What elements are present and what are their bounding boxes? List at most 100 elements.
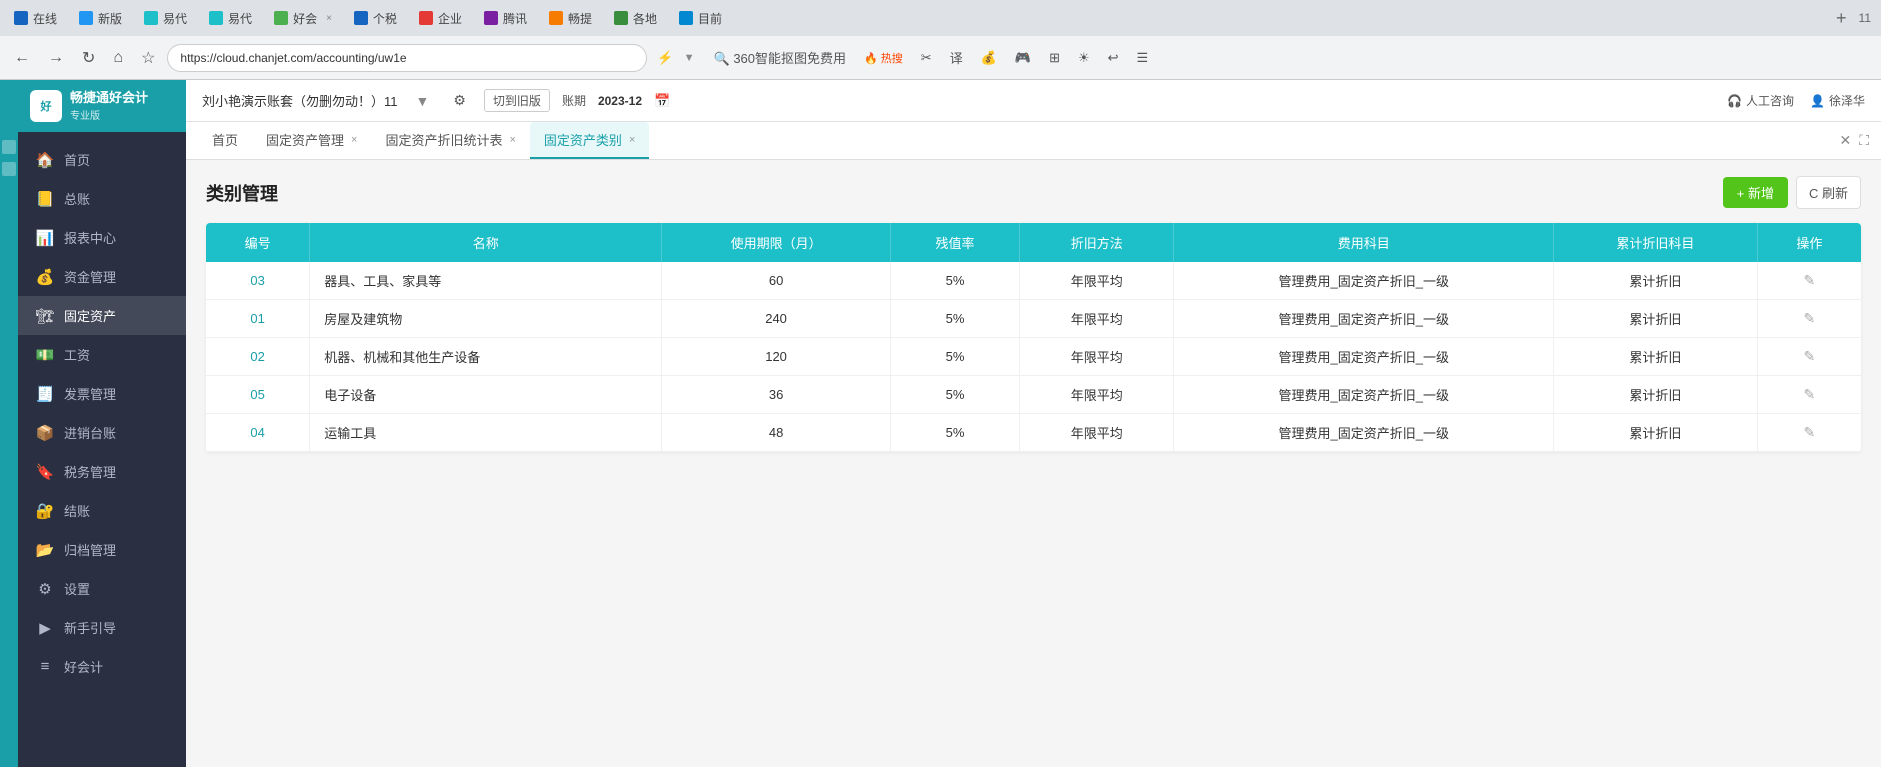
home-button[interactable]: ⌂ — [107, 47, 129, 69]
browser-tab-t4[interactable]: 易代 — [199, 3, 262, 33]
refresh-btn[interactable]: C 刷新 — [1796, 176, 1861, 209]
hot-btn[interactable]: 🔥 热搜 — [859, 48, 908, 68]
browser-tab-t9[interactable]: 畅提 — [539, 3, 602, 33]
browser-tab-t2[interactable]: 新版 — [69, 3, 132, 33]
add-category-btn[interactable]: + 新增 — [1723, 177, 1788, 208]
sidebar-item-ledger[interactable]: 📒总账 — [18, 179, 186, 218]
close-page-btn[interactable]: ✕ — [1839, 132, 1851, 149]
account-settings-btn[interactable]: ⚙ — [447, 90, 472, 111]
col-header-3: 残值率 — [890, 223, 1019, 262]
sidebar-item-archive[interactable]: 📂归档管理 — [18, 530, 186, 569]
edit-btn-2[interactable]: ✎ — [1803, 348, 1815, 364]
tab-favicon-t11 — [679, 11, 693, 25]
sidebar-icon-more: ≡ — [36, 658, 54, 676]
grid-btn[interactable]: ⊞ — [1044, 48, 1065, 68]
tab-favicon-t3 — [144, 11, 158, 25]
search-btn[interactable]: 🔍 360智能抠图免费用 — [709, 46, 852, 69]
game-btn[interactable]: 🎮 — [1010, 48, 1036, 68]
page-tab-fixed_assets_mgmt[interactable]: 固定资产管理× — [252, 122, 371, 159]
undo-btn[interactable]: ↩ — [1103, 48, 1124, 68]
cell-expense-3: 管理费用_固定资产折旧_一级 — [1174, 376, 1554, 414]
page-tab-close-fixed_assets_mgmt[interactable]: × — [351, 134, 357, 146]
cell-months-1: 240 — [662, 300, 890, 338]
sidebar-item-home[interactable]: 🏠首页 — [18, 140, 186, 179]
action-buttons: + 新增 C 刷新 — [1723, 176, 1861, 209]
account-dropdown-btn[interactable]: ▼ — [410, 91, 436, 111]
sidebar-item-tax[interactable]: 🔖税务管理 — [18, 452, 186, 491]
cell-method-4: 年限平均 — [1020, 414, 1174, 452]
sidebar-item-purchase_sale[interactable]: 📦进销台账 — [18, 413, 186, 452]
calendar-icon[interactable]: 📅 — [654, 93, 670, 109]
browser-tab-t7[interactable]: 企业 — [409, 3, 472, 33]
browser-tab-t10[interactable]: 各地 — [604, 3, 667, 33]
cell-months-2: 120 — [662, 338, 890, 376]
tab-label-t1: 在线 — [33, 10, 57, 27]
forward-button[interactable]: → — [42, 47, 70, 69]
tab-favicon-t5 — [274, 11, 288, 25]
cell-no-4: 04 — [206, 414, 310, 452]
new-tab-button[interactable]: + — [1832, 8, 1851, 29]
page-tab-fixed_assets_category[interactable]: 固定资产类别× — [530, 122, 649, 159]
sidebar-item-invoice[interactable]: 🧾发票管理 — [18, 374, 186, 413]
cell-months-0: 60 — [662, 262, 890, 300]
tab-close-t5[interactable]: × — [326, 13, 332, 24]
cell-expense-0: 管理费用_固定资产折旧_一级 — [1174, 262, 1554, 300]
browser-tab-t8[interactable]: 腾讯 — [474, 3, 537, 33]
sidebar-item-reports[interactable]: 📊报表中心 — [18, 218, 186, 257]
sidebar-item-checkout[interactable]: 🔐结账 — [18, 491, 186, 530]
browser-tab-t6[interactable]: 个税 — [344, 3, 407, 33]
col-header-2: 使用期限（月） — [662, 223, 890, 262]
tab-favicon-t4 — [209, 11, 223, 25]
table-row: 01房屋及建筑物2405%年限平均管理费用_固定资产折旧_一级累计折旧✎ — [206, 300, 1861, 338]
page-tab-close-depreciation_table[interactable]: × — [509, 134, 515, 146]
page-tab-close-fixed_assets_category[interactable]: × — [629, 134, 635, 146]
page-title: 类别管理 — [206, 180, 278, 206]
sidebar-item-guide[interactable]: ▶新手引导 — [18, 608, 186, 647]
brightness-btn[interactable]: ☀ — [1073, 48, 1095, 68]
page-tab-home[interactable]: 首页 — [198, 122, 252, 159]
tab-favicon-t9 — [549, 11, 563, 25]
browser-tab-t3[interactable]: 易代 — [134, 3, 197, 33]
sidebar-app-sub: 专业版 — [70, 107, 148, 122]
page-tab-depreciation_table[interactable]: 固定资产折旧统计表 × — [371, 122, 529, 159]
menu-btn[interactable]: ☰ — [1132, 48, 1154, 68]
switch-version-btn[interactable]: 切到旧版 — [484, 89, 550, 112]
sidebar-icon-funds: 💰 — [36, 268, 54, 286]
sidebar-item-salary[interactable]: 💵工资 — [18, 335, 186, 374]
reload-button[interactable]: ↻ — [76, 46, 101, 70]
back-button[interactable]: ← — [8, 47, 36, 69]
sidebar-item-fixed_assets[interactable]: 🏗固定资产 — [18, 296, 186, 335]
sidebar-icon-home: 🏠 — [36, 151, 54, 169]
translate-btn[interactable]: 译 — [945, 46, 968, 69]
cut-btn[interactable]: ✂ — [916, 48, 937, 68]
sidebar-item-settings[interactable]: ⚙设置 — [18, 569, 186, 608]
page-tab-label-depreciation_table: 固定资产折旧统计表 — [385, 130, 502, 149]
cell-residual-0: 5% — [890, 262, 1019, 300]
address-input[interactable] — [167, 44, 647, 72]
sidebar-label-purchase_sale: 进销台账 — [64, 423, 116, 442]
tab-favicon-t6 — [354, 11, 368, 25]
cell-residual-2: 5% — [890, 338, 1019, 376]
browser-tab-t5[interactable]: 好会× — [264, 3, 342, 33]
browser-tab-t11[interactable]: 目前 — [669, 3, 732, 33]
cell-method-3: 年限平均 — [1020, 376, 1174, 414]
bookmark-button[interactable]: ☆ — [135, 46, 161, 70]
edit-btn-1[interactable]: ✎ — [1803, 310, 1815, 326]
edit-btn-4[interactable]: ✎ — [1803, 424, 1815, 440]
cell-no-0: 03 — [206, 262, 310, 300]
page-area: 类别管理 + 新增 C 刷新 编号名称使用期限（月）残值率折旧方法费用科目累计折… — [186, 160, 1881, 767]
maximize-page-btn[interactable]: ⛶ — [1859, 132, 1869, 149]
edit-btn-3[interactable]: ✎ — [1803, 386, 1815, 402]
consult-btn[interactable]: 🎧 人工咨询 — [1727, 92, 1794, 109]
edge-icon-2 — [2, 162, 16, 176]
cell-no-1: 01 — [206, 300, 310, 338]
table-row: 02机器、机械和其他生产设备1205%年限平均管理费用_固定资产折旧_一级累计折… — [206, 338, 1861, 376]
sidebar-icon-guide: ▶ — [36, 619, 54, 637]
coin-btn[interactable]: 💰 — [976, 48, 1002, 68]
user-btn[interactable]: 👤 徐泽华 — [1810, 92, 1865, 109]
edit-btn-0[interactable]: ✎ — [1803, 272, 1815, 288]
browser-tab-t1[interactable]: 在线 — [4, 3, 67, 33]
sidebar-item-more[interactable]: ≡好会计 — [18, 647, 186, 686]
sidebar-item-funds[interactable]: 💰资金管理 — [18, 257, 186, 296]
user-icon: 👤 — [1810, 94, 1825, 108]
